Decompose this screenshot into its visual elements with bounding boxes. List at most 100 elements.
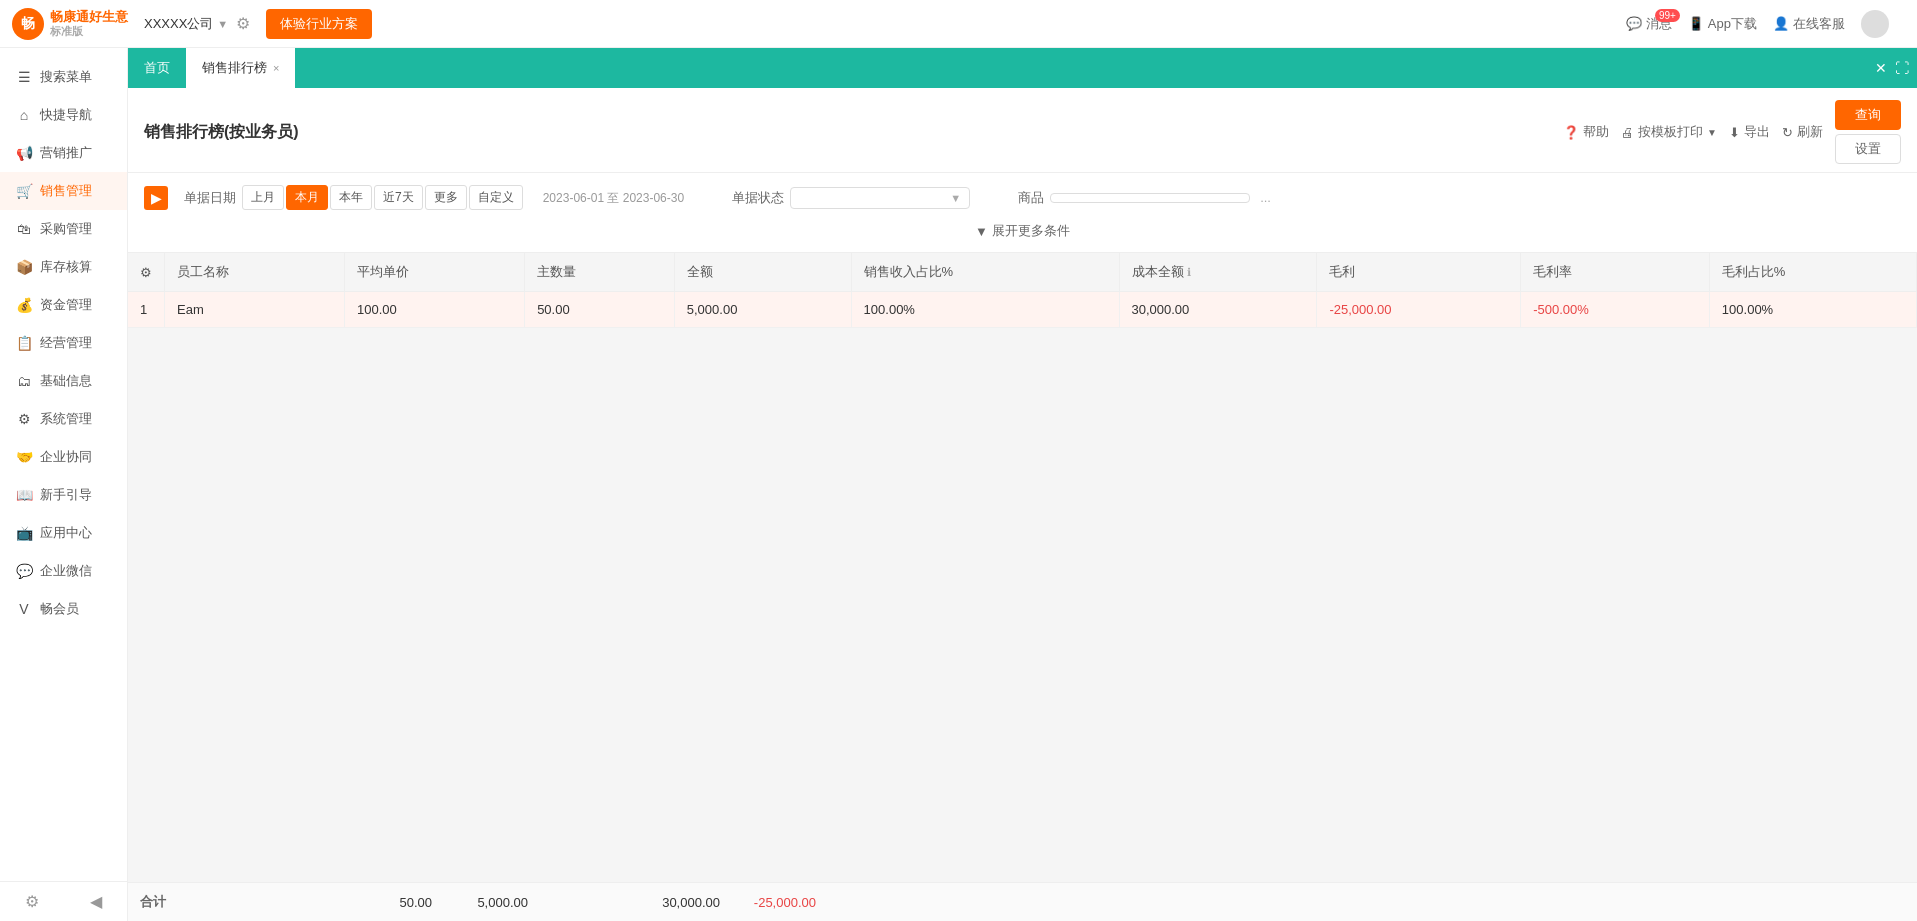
date-this-year-btn[interactable]: 本年 [330,185,372,210]
sidebar-item-quick-nav[interactable]: ⌂ 快捷导航 [0,96,127,134]
goods-filter-label: 商品 [1018,189,1044,207]
th-amount: 全额 [674,253,851,292]
column-settings-icon[interactable]: ⚙ [140,265,152,280]
sidebar-item-finance[interactable]: 💰 资金管理 [0,286,127,324]
ops-icon: 📋 [16,335,32,351]
sidebar-item-inventory[interactable]: 📦 库存核算 [0,248,127,286]
print-button[interactable]: 🖨 按模板打印 ▼ [1621,123,1717,141]
sidebar-item-sales[interactable]: 🛒 销售管理 [0,172,127,210]
footer-amount: 5,000.00 [448,895,528,910]
sales-icon: 🛒 [16,183,32,199]
footer-qty: 50.00 [352,895,432,910]
app-version: 标准版 [50,25,128,38]
sidebar-item-base[interactable]: 🗂 基础信息 [0,362,127,400]
content-area: 首页 销售排行榜 × ✕ ⛶ 销售排行榜(按业务员) ❓ 帮助 [128,48,1917,921]
date-this-month-btn[interactable]: 本月 [286,185,328,210]
message-icon: 💬 [1626,16,1642,31]
cell-qty: 50.00 [525,292,675,328]
sidebar-item-system[interactable]: ⚙ 系统管理 [0,400,127,438]
tab-sales-rank[interactable]: 销售排行榜 × [186,48,295,88]
date-7days-btn[interactable]: 近7天 [374,185,423,210]
tab-bar-actions: ✕ ⛶ [1875,60,1917,76]
refresh-icon: ↻ [1782,125,1793,140]
filter-status-item: 单据状态 ▼ [732,187,970,209]
filter-toggle-button[interactable]: ▶ [144,186,168,210]
sidebar: ☰ 搜索菜单 ⌂ 快捷导航 📢 营销推广 🛒 销售管理 🛍 采购管理 [0,48,128,921]
sidebar-settings-icon[interactable]: ⚙ [25,892,39,911]
expand-more-conditions[interactable]: ▼ 展开更多条件 [975,222,1070,240]
home-icon: ⌂ [16,107,32,123]
goods-more-btn[interactable]: ... [1260,190,1271,205]
cell-gross-pct: 100.00% [1709,292,1916,328]
app-download-button[interactable]: 📱 App下载 [1688,15,1757,33]
th-gross-rate: 毛利率 [1521,253,1710,292]
th-settings[interactable]: ⚙ [128,253,165,292]
sidebar-label-wechat: 企业微信 [40,562,92,580]
sidebar-label-quick-nav: 快捷导航 [40,106,92,124]
sidebar-label-sales: 销售管理 [40,182,92,200]
table-footer: 合计 50.00 5,000.00 30,000.00 -25,000.00 [128,882,1917,921]
footer-label: 合计 [140,893,200,911]
tab-close-window-icon[interactable]: ✕ [1875,60,1887,76]
avatar[interactable] [1861,10,1889,38]
arrow-right-icon: ▶ [151,190,162,206]
date-custom-btn[interactable]: 自定义 [469,185,523,210]
table-area: ⚙ 员工名称 平均单价 主数量 [128,253,1917,882]
th-sales-pct: 销售收入占比% [851,253,1119,292]
trial-button[interactable]: 体验行业方案 [266,9,372,39]
help-button[interactable]: ❓ 帮助 [1563,123,1609,141]
sidebar-item-ops[interactable]: 📋 经营管理 [0,324,127,362]
th-cost: 成本全额 ℹ [1119,253,1317,292]
filter-bar: ▶ 单据日期 上月 本月 本年 近7天 更多 自定义 [128,173,1917,253]
sidebar-collapse-icon[interactable]: ◀ [90,892,102,911]
refresh-button[interactable]: ↻ 刷新 [1782,123,1823,141]
finance-icon: 💰 [16,297,32,313]
marketing-icon: 📢 [16,145,32,161]
wechat-icon: 💬 [16,563,32,579]
message-button[interactable]: 💬 消息 99+ [1626,15,1672,33]
cell-gross: -25,000.00 [1317,292,1521,328]
filter-date-item: 单据日期 上月 本月 本年 近7天 更多 自定义 [184,185,523,210]
date-last-month-btn[interactable]: 上月 [242,185,284,210]
sidebar-item-member[interactable]: V 畅会员 [0,590,127,628]
sidebar-item-guide[interactable]: 📖 新手引导 [0,476,127,514]
date-range-display: 2023-06-01 至 2023-06-30 [543,190,684,207]
app-label: App下载 [1708,15,1757,33]
search-icon: ☰ [16,69,32,85]
sidebar-item-marketing[interactable]: 📢 营销推广 [0,134,127,172]
query-button[interactable]: 查询 [1835,100,1901,130]
sidebar-item-wechat[interactable]: 💬 企业微信 [0,552,127,590]
goods-select[interactable] [1050,193,1250,203]
sidebar-label-marketing: 营销推广 [40,144,92,162]
table-settings-button[interactable]: 设置 [1835,134,1901,164]
date-more-btn[interactable]: 更多 [425,185,467,210]
sidebar-label-finance: 资金管理 [40,296,92,314]
th-avg-price: 平均单价 [345,253,525,292]
export-button[interactable]: ⬇ 导出 [1729,123,1770,141]
tab-maximize-icon[interactable]: ⛶ [1895,60,1909,76]
settings-icon[interactable]: ⚙ [236,14,250,33]
tab-close-icon[interactable]: × [273,62,279,74]
expand-label: 展开更多条件 [992,222,1070,240]
app-icon: 📱 [1688,16,1704,31]
sidebar-item-purchase[interactable]: 🛍 采购管理 [0,210,127,248]
message-badge: 99+ [1655,9,1680,22]
tab-home[interactable]: 首页 [128,48,186,88]
cell-gross-rate: -500.00% [1521,292,1710,328]
sidebar-item-search[interactable]: ☰ 搜索菜单 [0,58,127,96]
company-selector[interactable]: XXXXX公司 ▼ [144,15,228,33]
help-label: 帮助 [1583,123,1609,141]
date-filter-buttons: 上月 本月 本年 近7天 更多 自定义 [242,185,523,210]
cell-sales-pct: 100.00% [851,292,1119,328]
sidebar-label-system: 系统管理 [40,410,92,428]
cell-rank: 1 [128,292,165,328]
print-icon: 🖨 [1621,125,1634,140]
online-service-button[interactable]: 👤 在线客服 [1773,15,1845,33]
sidebar-item-app-center[interactable]: 📺 应用中心 [0,514,127,552]
th-qty: 主数量 [525,253,675,292]
top-bar: 畅 畅康通好生意 标准版 XXXXX公司 ▼ ⚙ 体验行业方案 💬 消息 99+… [0,0,1917,48]
help-icon: ❓ [1563,125,1579,140]
status-chevron-icon: ▼ [950,192,961,204]
status-select[interactable]: ▼ [790,187,970,209]
sidebar-item-collab[interactable]: 🤝 企业协同 [0,438,127,476]
